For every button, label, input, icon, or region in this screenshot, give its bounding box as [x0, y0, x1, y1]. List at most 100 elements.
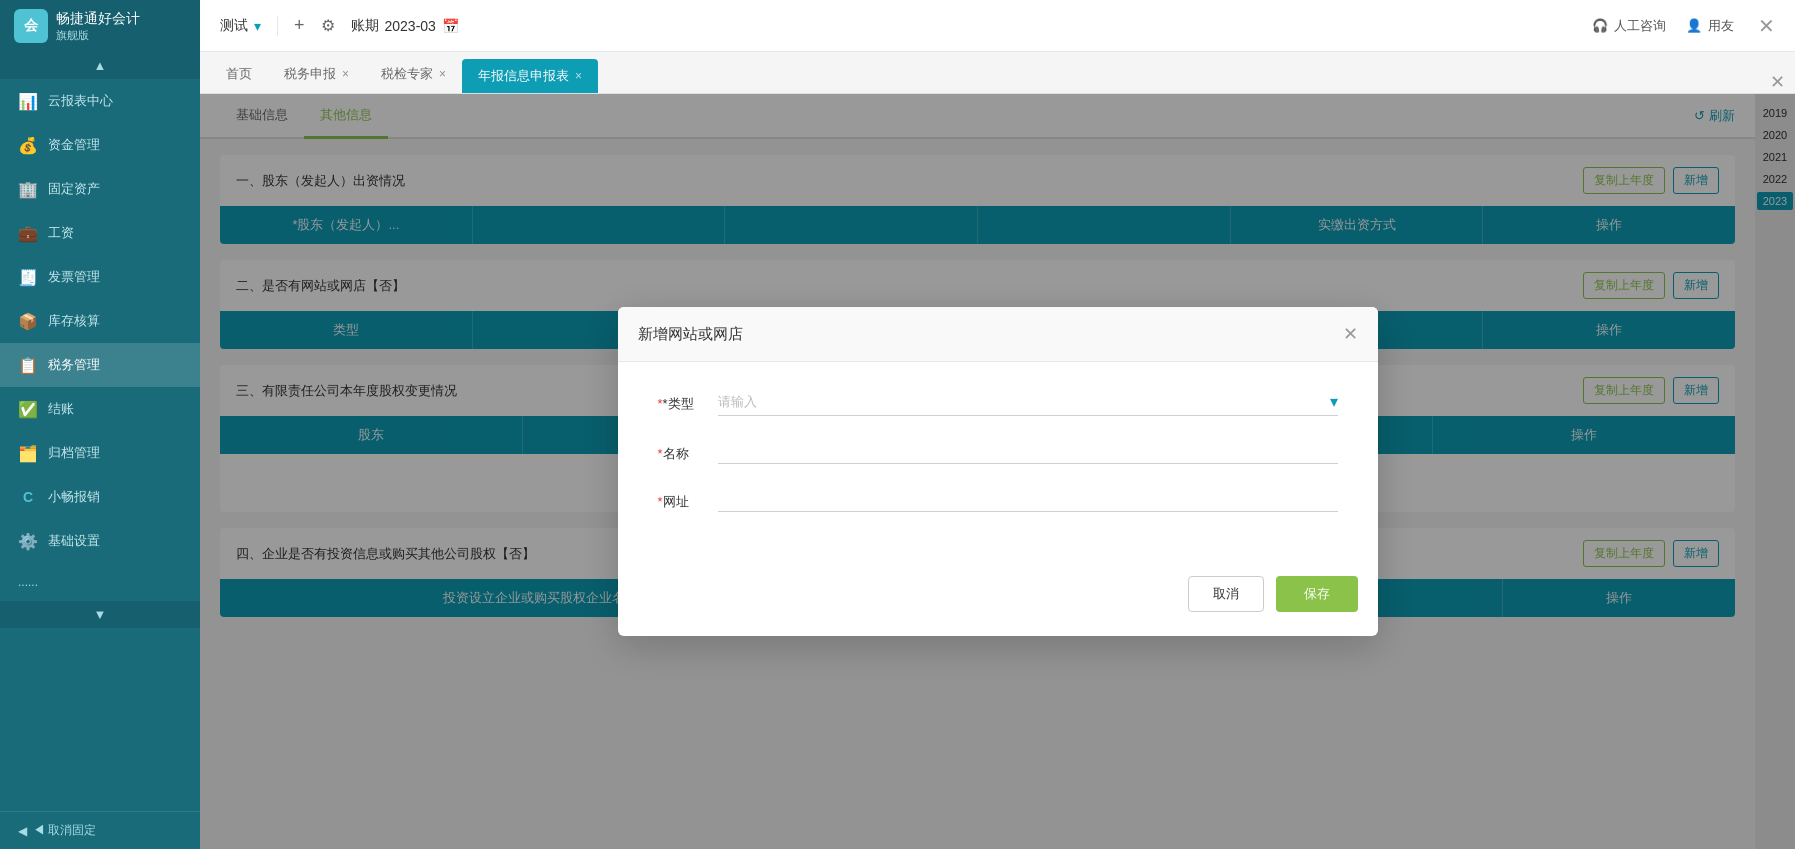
sidebar-item-inventory[interactable]: 📦 库存核算 — [0, 299, 200, 343]
payroll-icon: 💼 — [18, 223, 38, 243]
headset-icon: 🎧 — [1592, 18, 1608, 33]
calendar-icon[interactable]: 📅 — [442, 18, 459, 34]
invoice-icon: 🧾 — [18, 267, 38, 287]
tab-tax-inspect[interactable]: 税检专家 × — [365, 57, 462, 93]
type-input-wrap: ▾ — [718, 392, 1338, 416]
tab-annual-report[interactable]: 年报信息申报表 × — [462, 59, 598, 93]
company-dropdown-icon: ▾ — [254, 18, 261, 34]
unpin-label: ◀ 取消固定 — [33, 822, 96, 839]
tax-icon: 📋 — [18, 355, 38, 375]
unpin-icon: ◀ — [18, 824, 27, 838]
modal-close-button[interactable]: ✕ — [1343, 323, 1358, 345]
tab-tax-declare-label: 税务申报 — [284, 65, 336, 83]
topbar-divider-1 — [277, 16, 278, 36]
more-label: ...... — [18, 575, 38, 589]
content-area: 基础信息 其他信息 ↺ 刷新 一、股东（发起人）出资情况 复制上年度 — [200, 94, 1795, 849]
sidebar-item-report[interactable]: C 小畅报销 — [0, 475, 200, 519]
report-icon: C — [18, 487, 38, 507]
cloud-report-icon: 📊 — [18, 91, 38, 111]
tab-tax-inspect-close[interactable]: × — [439, 67, 446, 81]
form-row-type: **类型 ▾ — [658, 392, 1338, 416]
modal-header: 新增网站或网店 ✕ — [618, 307, 1378, 362]
sidebar-item-label: 库存核算 — [48, 312, 100, 330]
sidebar: 会 畅捷通好会计 旗舰版 ▲ 📊 云报表中心 💰 资金管理 🏢 固定资产 💼 工… — [0, 0, 200, 849]
save-button[interactable]: 保存 — [1276, 576, 1358, 612]
logo-icon: 会 — [14, 9, 48, 43]
sidebar-item-payroll[interactable]: 💼 工资 — [0, 211, 200, 255]
tab-annual-report-label: 年报信息申报表 — [478, 67, 569, 85]
gear-button[interactable]: ⚙ — [321, 16, 335, 35]
company-selector[interactable]: 测试 ▾ — [220, 17, 261, 35]
name-label-text: 名称 — [663, 446, 689, 461]
modal-title: 新增网站或网店 — [638, 325, 743, 344]
add-website-modal: 新增网站或网店 ✕ **类型 ▾ — [618, 307, 1378, 636]
tab-annual-report-close[interactable]: × — [575, 69, 582, 83]
tab-home[interactable]: 首页 — [210, 57, 268, 93]
sidebar-item-fixed-assets[interactable]: 🏢 固定资产 — [0, 167, 200, 211]
sidebar-scroll-up[interactable]: ▲ — [0, 52, 200, 79]
name-input[interactable] — [718, 444, 1338, 459]
url-label: *网址 — [658, 493, 718, 511]
user-menu[interactable]: 👤 用友 — [1686, 17, 1734, 35]
sidebar-item-settle[interactable]: ✅ 结账 — [0, 387, 200, 431]
tab-tax-declare[interactable]: 税务申报 × — [268, 57, 365, 93]
sidebar-nav: ▲ 📊 云报表中心 💰 资金管理 🏢 固定资产 💼 工资 🧾 发票管理 📦 库存… — [0, 52, 200, 811]
url-label-text: 网址 — [663, 494, 689, 509]
fund-icon: 💰 — [18, 135, 38, 155]
unpin-button[interactable]: ◀ ◀ 取消固定 — [0, 811, 200, 849]
consult-button[interactable]: 🎧 人工咨询 — [1592, 17, 1666, 35]
sidebar-item-label: 工资 — [48, 224, 74, 242]
sidebar-item-fund[interactable]: 💰 资金管理 — [0, 123, 200, 167]
sidebar-item-settings[interactable]: ⚙️ 基础设置 — [0, 519, 200, 563]
sidebar-item-label: 云报表中心 — [48, 92, 113, 110]
sidebar-item-more[interactable]: ...... — [0, 563, 200, 601]
settle-icon: ✅ — [18, 399, 38, 419]
inventory-icon: 📦 — [18, 311, 38, 331]
tab-tax-inspect-label: 税检专家 — [381, 65, 433, 83]
add-company-button[interactable]: + — [294, 15, 305, 36]
settings-icon: ⚙️ — [18, 531, 38, 551]
period-value: 2023-03 — [385, 18, 436, 34]
form-row-name: *名称 — [658, 444, 1338, 464]
cancel-button[interactable]: 取消 — [1188, 576, 1264, 612]
type-input[interactable] — [718, 394, 1330, 409]
sidebar-item-label: 发票管理 — [48, 268, 100, 286]
sidebar-item-label: 基础设置 — [48, 532, 100, 550]
sidebar-item-tax[interactable]: 📋 税务管理 — [0, 343, 200, 387]
sidebar-item-invoice[interactable]: 🧾 发票管理 — [0, 255, 200, 299]
tab-home-label: 首页 — [226, 65, 252, 83]
type-label: **类型 — [658, 395, 718, 413]
logo-text: 畅捷通好会计 旗舰版 — [56, 9, 140, 42]
name-input-wrap — [718, 444, 1338, 464]
period-display: 账期 2023-03 📅 — [351, 17, 459, 35]
period-label: 账期 — [351, 17, 379, 35]
sidebar-scroll-down[interactable]: ▼ — [0, 601, 200, 628]
user-icon: 👤 — [1686, 18, 1702, 33]
sidebar-item-label: 固定资产 — [48, 180, 100, 198]
sidebar-item-label: 归档管理 — [48, 444, 100, 462]
main-area: 测试 ▾ + ⚙ 账期 2023-03 📅 🎧 人工咨询 👤 用友 ✕ 首页 — [200, 0, 1795, 849]
modal-footer: 取消 保存 — [618, 560, 1378, 636]
url-input[interactable] — [718, 492, 1338, 507]
sidebar-item-label: 结账 — [48, 400, 74, 418]
close-all-tabs-button[interactable]: ✕ — [1770, 71, 1785, 93]
tab-tax-declare-close[interactable]: × — [342, 67, 349, 81]
url-input-wrap — [718, 492, 1338, 512]
modal-body: **类型 ▾ *名称 — [618, 362, 1378, 560]
company-name: 测试 — [220, 17, 248, 35]
sidebar-item-label: 小畅报销 — [48, 488, 100, 506]
tab-bar: 首页 税务申报 × 税检专家 × 年报信息申报表 × ✕ — [200, 52, 1795, 94]
sidebar-logo: 会 畅捷通好会计 旗舰版 — [0, 0, 200, 52]
name-label: *名称 — [658, 445, 718, 463]
sidebar-item-archive[interactable]: 🗂️ 归档管理 — [0, 431, 200, 475]
form-row-url: *网址 — [658, 492, 1338, 512]
sidebar-item-label: 税务管理 — [48, 356, 100, 374]
topbar: 测试 ▾ + ⚙ 账期 2023-03 📅 🎧 人工咨询 👤 用友 ✕ — [200, 0, 1795, 52]
type-dropdown-arrow[interactable]: ▾ — [1330, 392, 1338, 411]
modal-overlay: 新增网站或网店 ✕ **类型 ▾ — [200, 94, 1795, 849]
type-label-text: *类型 — [663, 396, 694, 411]
sidebar-item-cloud-report[interactable]: 📊 云报表中心 — [0, 79, 200, 123]
archive-icon: 🗂️ — [18, 443, 38, 463]
sidebar-item-label: 资金管理 — [48, 136, 100, 154]
window-close-button[interactable]: ✕ — [1758, 14, 1775, 38]
